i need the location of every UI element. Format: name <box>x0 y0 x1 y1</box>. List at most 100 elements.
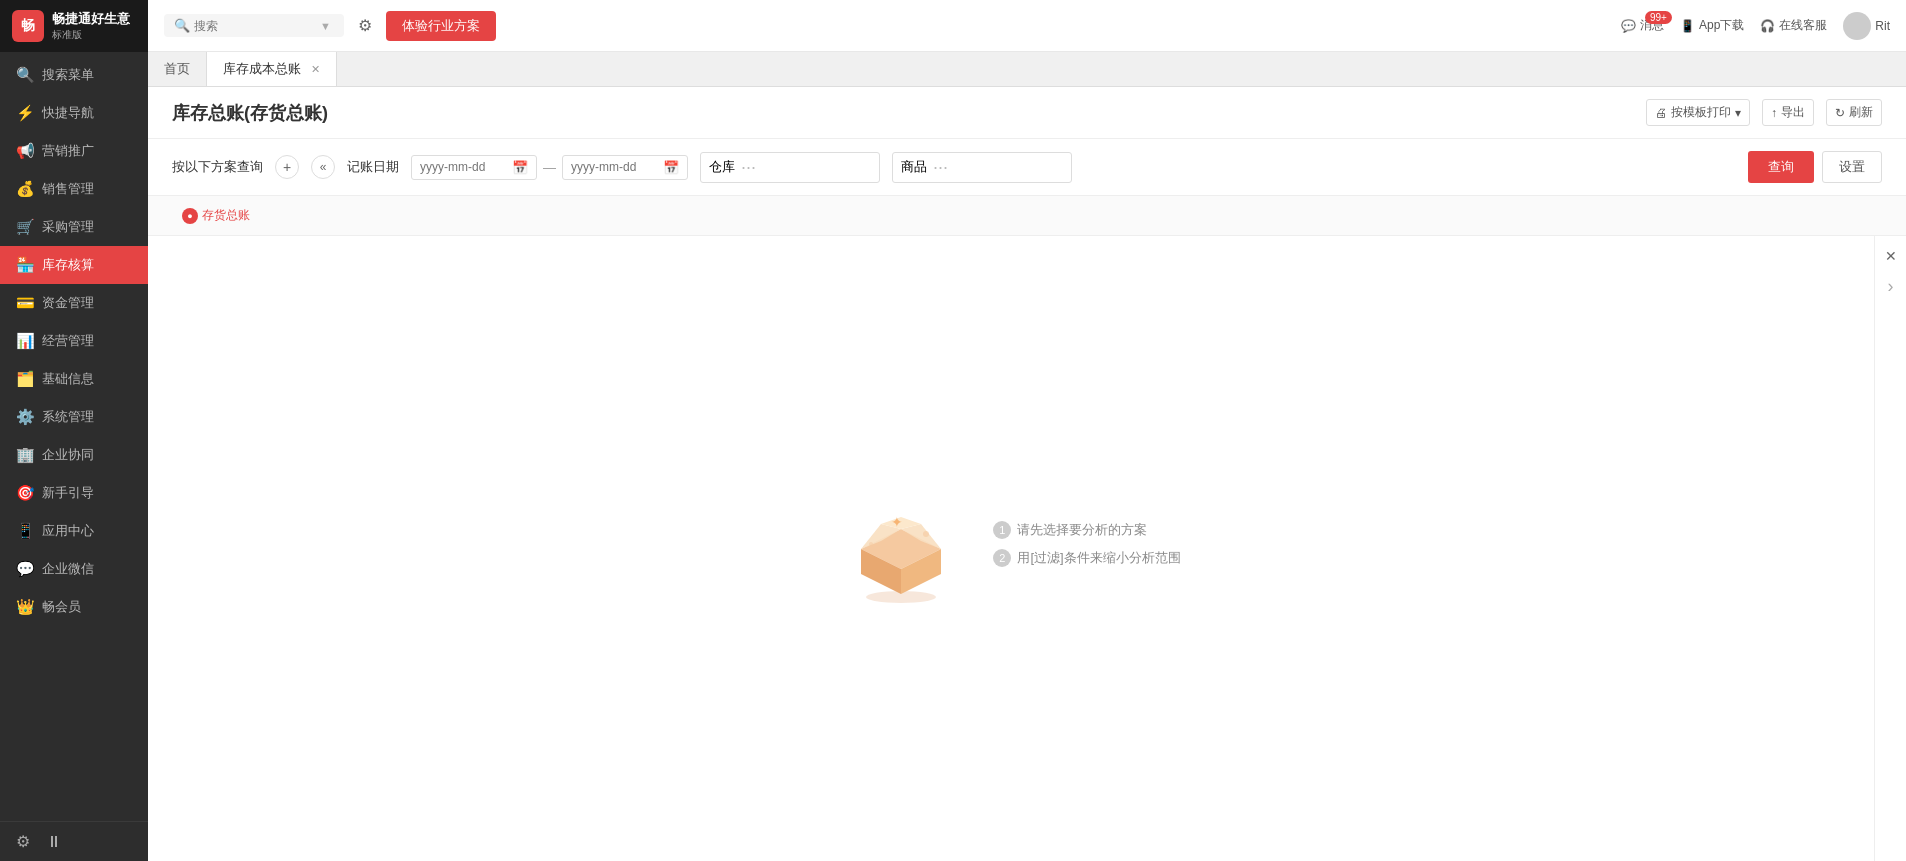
right-expand-icon[interactable]: › <box>1888 276 1894 297</box>
sidebar-item-member[interactable]: 👑 畅会员 <box>0 588 148 626</box>
sidebar-item-newbie[interactable]: 🎯 新手引导 <box>0 474 148 512</box>
sidebar-item-label: 快捷导航 <box>42 104 94 122</box>
settings-button[interactable]: 设置 <box>1822 151 1882 183</box>
member-icon: 👑 <box>16 598 34 616</box>
refresh-btn[interactable]: ↻ 刷新 <box>1826 99 1882 126</box>
user-avatar[interactable]: Rit <box>1843 12 1890 40</box>
date-from-input[interactable] <box>420 160 508 174</box>
basic-icon: 🗂️ <box>16 370 34 388</box>
tab-inventory-ledger[interactable]: 库存成本总账 ✕ <box>207 52 337 86</box>
sidebar-item-search[interactable]: 🔍 搜索菜单 <box>0 56 148 94</box>
sidebar-item-shortcut[interactable]: ⚡ 快捷导航 <box>0 94 148 132</box>
sidebar-item-finance[interactable]: 💳 资金管理 <box>0 284 148 322</box>
svg-text:✦: ✦ <box>891 514 903 530</box>
tab-home-label: 首页 <box>164 61 190 76</box>
query-button[interactable]: 查询 <box>1748 151 1814 183</box>
empty-inner: ✦ 1 请先选择要分析的方案 2 用[过滤]条件来缩小分析范围 <box>841 489 1180 609</box>
sidebar-item-label: 应用中心 <box>42 522 94 540</box>
sidebar-item-label: 系统管理 <box>42 408 94 426</box>
app-version: 标准版 <box>52 28 130 42</box>
calendar-icon-2[interactable]: 📅 <box>663 160 679 175</box>
content: 库存总账(存货总账) 🖨 按模板打印 ▾ ↑ 导出 ↻ 刷新 按以下方案查询 <box>148 87 1906 861</box>
filter-collapse-button[interactable]: « <box>311 155 335 179</box>
sidebar-item-basic[interactable]: 🗂️ 基础信息 <box>0 360 148 398</box>
system-icon: ⚙️ <box>16 408 34 426</box>
refresh-label: 刷新 <box>1849 104 1873 121</box>
sidebar-item-wxwork[interactable]: 💬 企业微信 <box>0 550 148 588</box>
sub-filter-inventory-ledger[interactable]: ● 存货总账 <box>172 204 260 227</box>
print-icon: 🖨 <box>1655 106 1667 120</box>
export-icon: ↑ <box>1771 106 1777 120</box>
message-icon: 💬 <box>1621 19 1636 33</box>
sidebar-item-inventory[interactable]: 🏪 库存核算 <box>0 246 148 284</box>
trial-button[interactable]: 体验行业方案 <box>386 11 496 41</box>
online-service-btn[interactable]: 🎧 在线客服 <box>1760 17 1827 34</box>
sidebar-item-label: 库存核算 <box>42 256 94 274</box>
sidebar-item-label: 经营管理 <box>42 332 94 350</box>
date-to-wrap[interactable]: 📅 <box>562 155 688 180</box>
sales-icon: 💰 <box>16 180 34 198</box>
sidebar-item-label: 资金管理 <box>42 294 94 312</box>
wxwork-icon: 💬 <box>16 560 34 578</box>
app-name: 畅捷通好生意 <box>52 10 130 28</box>
sub-filter-dot: ● <box>182 208 198 224</box>
sidebar-item-corp[interactable]: 🏢 企业协同 <box>0 436 148 474</box>
sidebar-item-purchase[interactable]: 🛒 采购管理 <box>0 208 148 246</box>
headset-icon: 🎧 <box>1760 19 1775 33</box>
page-header-actions: 🖨 按模板打印 ▾ ↑ 导出 ↻ 刷新 <box>1646 99 1882 138</box>
print-template-btn[interactable]: 🖨 按模板打印 ▾ <box>1646 99 1750 126</box>
empty-hint-2-text: 用[过滤]条件来缩小分析范围 <box>1017 549 1180 567</box>
tab-home[interactable]: 首页 <box>148 52 207 86</box>
warehouse-filter[interactable]: 仓库 ··· <box>700 152 880 183</box>
sidebar-item-system[interactable]: ⚙️ 系统管理 <box>0 398 148 436</box>
warehouse-more-icon: ··· <box>741 157 756 178</box>
app-download-label: App下载 <box>1699 17 1744 34</box>
settings-footer-icon[interactable]: ⚙ <box>16 832 30 851</box>
empty-text: 1 请先选择要分析的方案 2 用[过滤]条件来缩小分析范围 <box>993 521 1180 577</box>
search-input[interactable] <box>194 19 314 33</box>
sidebar-item-label: 采购管理 <box>42 218 94 236</box>
operations-icon: 📊 <box>16 332 34 350</box>
finance-icon: 💳 <box>16 294 34 312</box>
calendar-icon[interactable]: 📅 <box>512 160 528 175</box>
search-icon: 🔍 <box>174 18 190 33</box>
sidebar-item-operations[interactable]: 📊 经营管理 <box>0 322 148 360</box>
sidebar-item-marketing[interactable]: 📢 营销推广 <box>0 132 148 170</box>
gear-icon[interactable]: ⚙ <box>358 16 372 35</box>
right-sidebar: ✕ › <box>1874 236 1906 861</box>
date-to-input[interactable] <box>571 160 659 174</box>
sidebar-item-label: 企业协同 <box>42 446 94 464</box>
step-2-num: 2 <box>993 549 1011 567</box>
topbar-search-box[interactable]: 🔍 ▼ <box>164 14 344 37</box>
user-name: Rit <box>1875 19 1890 33</box>
main-area: 🔍 ▼ ⚙ 体验行业方案 💬 消息 99+ 📱 App下载 🎧 在线客服 R <box>148 0 1906 861</box>
date-from-wrap[interactable]: 📅 <box>411 155 537 180</box>
logo-text: 畅捷通好生意 标准版 <box>52 10 130 42</box>
inventory-icon: 🏪 <box>16 256 34 274</box>
tabs-bar: 首页 库存成本总账 ✕ <box>148 52 1906 87</box>
step-1-num: 1 <box>993 521 1011 539</box>
export-btn[interactable]: ↑ 导出 <box>1762 99 1814 126</box>
filter-add-button[interactable]: + <box>275 155 299 179</box>
date-filter-group: 📅 — 📅 <box>411 155 688 180</box>
tab-close-icon[interactable]: ✕ <box>311 63 320 75</box>
right-close-button[interactable]: ✕ <box>1881 244 1901 268</box>
sidebar-item-label: 畅会员 <box>42 598 81 616</box>
audio-footer-icon[interactable]: ⏸ <box>46 833 62 851</box>
empty-state: ✦ 1 请先选择要分析的方案 2 用[过滤]条件来缩小分析范围 <box>148 236 1874 861</box>
logo-icon: 畅 <box>12 10 44 42</box>
sidebar-item-label: 新手引导 <box>42 484 94 502</box>
sidebar-item-label: 搜索菜单 <box>42 66 94 84</box>
sidebar-item-label: 企业微信 <box>42 560 94 578</box>
refresh-icon: ↻ <box>1835 106 1845 120</box>
chevron-down-icon: ▼ <box>320 20 331 32</box>
goods-filter[interactable]: 商品 ··· <box>892 152 1072 183</box>
page-title: 库存总账(存货总账) <box>172 101 328 137</box>
messages-btn[interactable]: 💬 消息 99+ <box>1621 17 1664 34</box>
sidebar-footer: ⚙ ⏸ <box>0 821 148 861</box>
tab-inventory-ledger-label: 库存成本总账 <box>223 61 301 76</box>
sidebar-item-sales[interactable]: 💰 销售管理 <box>0 170 148 208</box>
app-download-btn[interactable]: 📱 App下载 <box>1680 17 1744 34</box>
sidebar-item-appstore[interactable]: 📱 应用中心 <box>0 512 148 550</box>
sidebar-item-label: 营销推广 <box>42 142 94 160</box>
